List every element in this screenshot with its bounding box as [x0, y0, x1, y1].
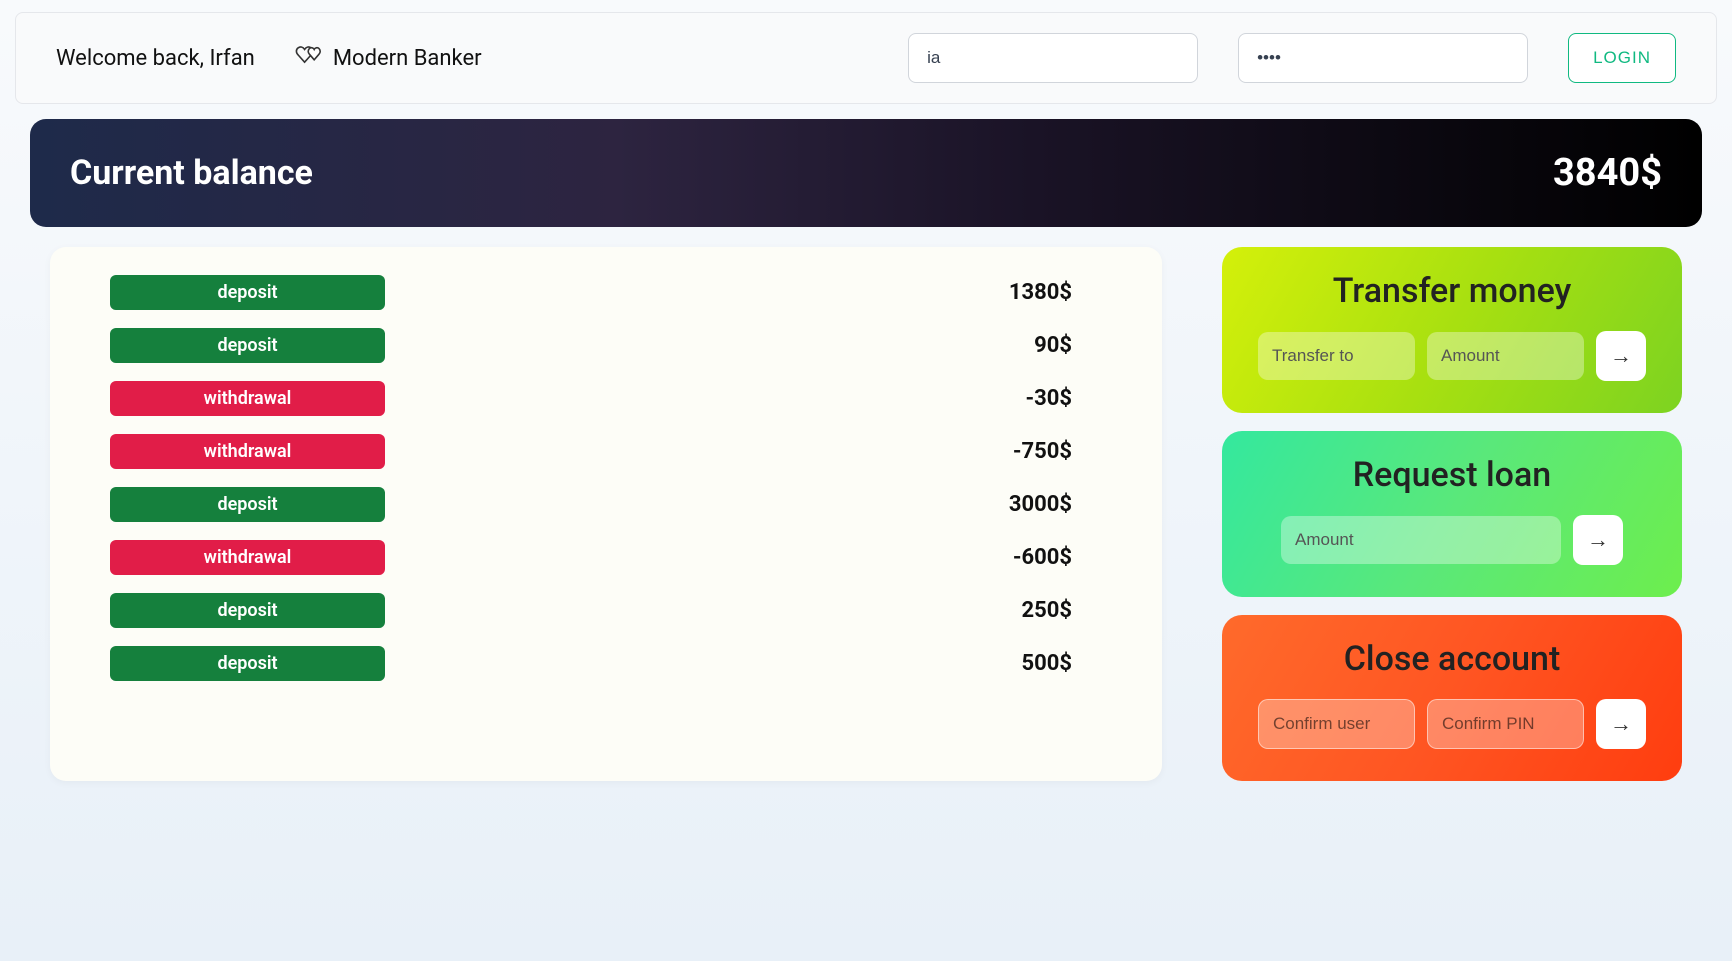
transfer-amount-input[interactable] [1427, 332, 1584, 380]
transaction-row: deposit 3000$ [110, 487, 1102, 522]
arrow-right-icon: → [1610, 711, 1632, 737]
balance-bar: Current balance 3840$ [30, 119, 1702, 227]
login-button[interactable]: LOGIN [1568, 33, 1676, 83]
transaction-type-badge: withdrawal [110, 540, 385, 575]
close-submit-button[interactable]: → [1596, 699, 1646, 749]
header: Welcome back, Irfan Modern Banker LOGIN [15, 12, 1717, 104]
transaction-amount: 250$ [1022, 598, 1073, 623]
transaction-amount: -750$ [1013, 439, 1072, 464]
content-area: deposit 1380$ deposit 90$ withdrawal -30… [30, 247, 1702, 781]
welcome-text: Welcome back, Irfan [56, 46, 255, 71]
main-content: Current balance 3840$ deposit 1380$ depo… [0, 104, 1732, 811]
transaction-type-badge: deposit [110, 646, 385, 681]
close-pin-input[interactable] [1427, 699, 1584, 749]
transfer-form: → [1258, 331, 1646, 381]
close-user-input[interactable] [1258, 699, 1415, 749]
loan-submit-button[interactable]: → [1573, 515, 1623, 565]
transaction-row: deposit 1380$ [110, 275, 1102, 310]
close-form: → [1258, 699, 1646, 749]
balance-label: Current balance [70, 153, 313, 193]
transaction-type-badge: deposit [110, 593, 385, 628]
close-title: Close account [1258, 639, 1646, 679]
transfer-submit-button[interactable]: → [1596, 331, 1646, 381]
arrow-right-icon: → [1587, 527, 1609, 553]
transaction-type-badge: deposit [110, 328, 385, 363]
transaction-row: withdrawal -30$ [110, 381, 1102, 416]
heart-icon [295, 43, 327, 73]
transfer-panel: Transfer money → [1222, 247, 1682, 413]
transaction-row: deposit 500$ [110, 646, 1102, 681]
transaction-amount: 90$ [1034, 333, 1072, 358]
action-panels: Transfer money → Request loan → [1222, 247, 1682, 781]
transaction-type-badge: deposit [110, 487, 385, 522]
transaction-amount: -600$ [1013, 545, 1072, 570]
transfer-to-input[interactable] [1258, 332, 1415, 380]
loan-panel: Request loan → [1222, 431, 1682, 597]
transaction-row: withdrawal -750$ [110, 434, 1102, 469]
transaction-row: deposit 250$ [110, 593, 1102, 628]
transaction-type-badge: withdrawal [110, 381, 385, 416]
transaction-type-badge: deposit [110, 275, 385, 310]
transactions-list: deposit 1380$ deposit 90$ withdrawal -30… [50, 247, 1162, 781]
transaction-amount: -30$ [1025, 386, 1072, 411]
balance-amount: 3840$ [1553, 151, 1662, 195]
loan-amount-input[interactable] [1281, 516, 1561, 564]
arrow-right-icon: → [1610, 343, 1632, 369]
loan-form: → [1258, 515, 1646, 565]
transaction-row: deposit 90$ [110, 328, 1102, 363]
transaction-row: withdrawal -600$ [110, 540, 1102, 575]
transaction-type-badge: withdrawal [110, 434, 385, 469]
transfer-title: Transfer money [1258, 271, 1646, 311]
transaction-amount: 3000$ [1009, 492, 1072, 517]
transaction-amount: 1380$ [1009, 280, 1072, 305]
transaction-amount: 500$ [1022, 651, 1073, 676]
pin-input[interactable] [1238, 33, 1528, 83]
loan-title: Request loan [1258, 455, 1646, 495]
close-account-panel: Close account → [1222, 615, 1682, 781]
brand-logo: Modern Banker [295, 43, 482, 73]
username-input[interactable] [908, 33, 1198, 83]
brand-name: Modern Banker [333, 46, 482, 71]
